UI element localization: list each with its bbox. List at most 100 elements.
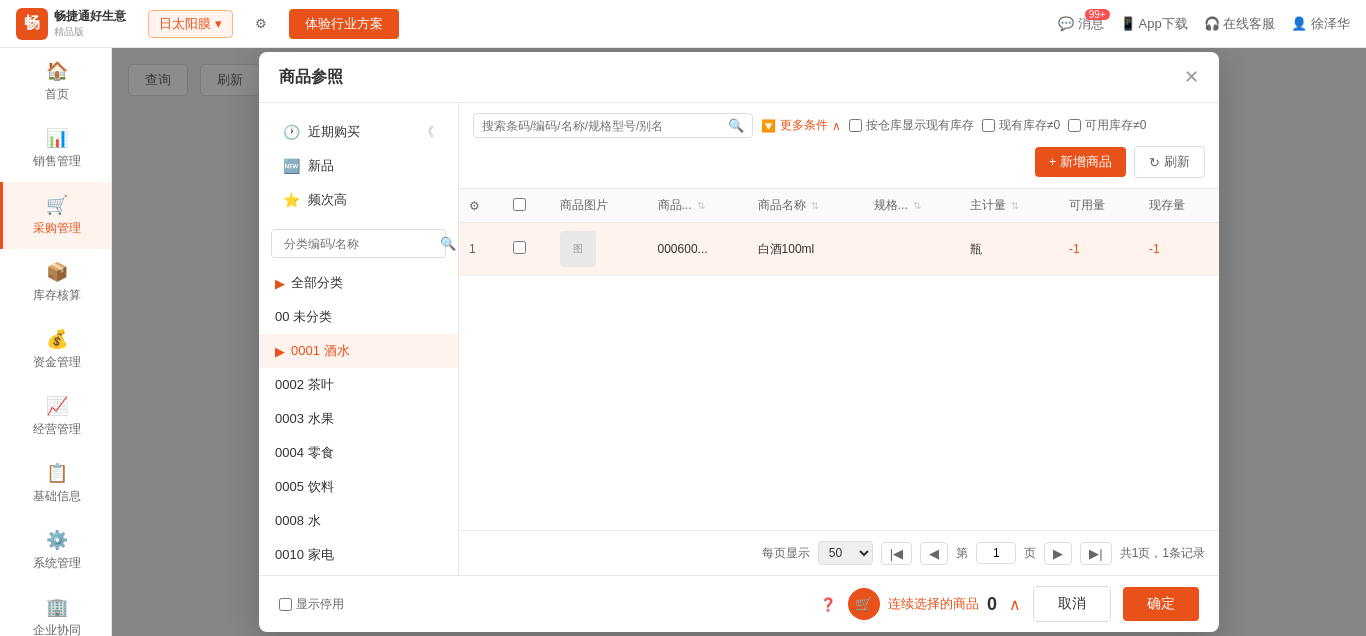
category-0008[interactable]: 0008 水 — [259, 504, 458, 538]
arrow-0001-icon: ▶ — [275, 344, 285, 359]
category-00[interactable]: 00 未分类 — [259, 300, 458, 334]
category-0003[interactable]: 0003 水果 — [259, 402, 458, 436]
row-code: 000600... — [648, 223, 748, 276]
category-0001-label: 0001 酒水 — [291, 342, 350, 360]
checkbox-current-stock[interactable]: 现有库存≠0 — [982, 117, 1060, 134]
available-stock-label: 可用库存≠0 — [1085, 117, 1146, 134]
sidebar-item-finance[interactable]: 💰 资金管理 — [0, 316, 111, 383]
cart-collapse-icon[interactable]: ∧ — [1009, 595, 1021, 614]
frequent-label: 频次高 — [308, 191, 347, 209]
next-page-btn[interactable]: ▶ — [1044, 542, 1072, 565]
store-selector[interactable]: 日太阳膜 ▾ — [148, 10, 233, 38]
current-stock-checkbox[interactable] — [982, 119, 995, 132]
filter-icon: 🔽 — [761, 119, 776, 133]
sidebar: 🏠 首页 📊 销售管理 🛒 采购管理 📦 库存核算 💰 资金管理 📈 经营管理 … — [0, 48, 112, 636]
category-all[interactable]: ▶ 全部分类 — [259, 266, 458, 300]
col-unit[interactable]: 主计量 ⇅ — [960, 189, 1059, 223]
collapse-icon[interactable]: 《 — [421, 123, 434, 141]
last-page-btn[interactable]: ▶| — [1080, 542, 1111, 565]
row-spec — [864, 223, 960, 276]
experience-btn[interactable]: 体验行业方案 — [289, 9, 399, 39]
cart-area[interactable]: 🛒 连续选择的商品 0 — [848, 588, 997, 620]
confirm-button[interactable]: 确定 — [1123, 587, 1199, 621]
settings-icon[interactable]: ⚙ — [245, 8, 277, 40]
sidebar-item-home[interactable]: 🏠 首页 — [0, 48, 111, 115]
checkbox-available-stock[interactable]: 可用库存≠0 — [1068, 117, 1146, 134]
checkbox-warehouse-stock[interactable]: 按仓库显示现有库存 — [849, 117, 974, 134]
col-name[interactable]: 商品名称 ⇅ — [748, 189, 864, 223]
more-filter-btn[interactable]: 🔽 更多条件 ∧ — [761, 117, 841, 134]
sidebar-label-system: 系统管理 — [33, 555, 81, 572]
show-disabled-label[interactable]: 显示停用 — [279, 596, 344, 613]
sidebar-item-inventory[interactable]: 📦 库存核算 — [0, 249, 111, 316]
sidebar-item-purchase[interactable]: 🛒 采购管理 — [0, 182, 111, 249]
col-checkbox[interactable] — [503, 189, 550, 223]
category-0004[interactable]: 0004 零食 — [259, 436, 458, 470]
nav-frequent[interactable]: ⭐ 频次高 — [271, 183, 446, 217]
sort-spec-icon: ⇅ — [913, 200, 921, 211]
select-all-checkbox[interactable] — [513, 198, 526, 211]
first-page-btn[interactable]: |◀ — [881, 542, 912, 565]
left-panel: 🕐 近期购买 《 🆕 新品 ⭐ 频次高 — [259, 103, 459, 575]
product-table: ⚙ 商品图片 商品... ⇅ 商品名称 — [459, 189, 1219, 276]
category-0002[interactable]: 0002 茶叶 — [259, 368, 458, 402]
warehouse-stock-checkbox[interactable] — [849, 119, 862, 132]
mobile-icon: 📱 — [1120, 16, 1136, 31]
row-select-checkbox[interactable] — [513, 241, 526, 254]
category-0001[interactable]: ▶ 0001 酒水 — [259, 334, 458, 368]
nav-new[interactable]: 🆕 新品 — [271, 149, 446, 183]
cancel-button[interactable]: 取消 — [1033, 586, 1111, 622]
app-download-nav[interactable]: 📱 App下载 — [1120, 15, 1188, 33]
col-code[interactable]: 商品... ⇅ — [648, 189, 748, 223]
modal-footer: 显示停用 ❓ 🛒 连续选择的商品 0 ∧ 取消 确定 — [259, 575, 1219, 632]
warehouse-stock-label: 按仓库显示现有库存 — [866, 117, 974, 134]
sidebar-item-sales[interactable]: 📊 销售管理 — [0, 115, 111, 182]
category-0010[interactable]: 0010 家电 — [259, 538, 458, 563]
page-input[interactable] — [976, 542, 1016, 564]
basic-icon: 📋 — [46, 462, 68, 484]
table-row[interactable]: 1 图 000600... 白酒100ml 瓶 — [459, 223, 1219, 276]
table-header: ⚙ 商品图片 商品... ⇅ 商品名称 — [459, 189, 1219, 223]
category-0005[interactable]: 0005 饮料 — [259, 470, 458, 504]
col-settings[interactable]: ⚙ — [459, 189, 503, 223]
product-toolbar: 🔍 🔽 更多条件 ∧ 按仓库显示现有库存 — [459, 103, 1219, 189]
logo-icon: 畅 — [16, 8, 48, 40]
row-checkbox[interactable] — [503, 223, 550, 276]
sort-code-icon: ⇅ — [697, 200, 705, 211]
sidebar-item-system[interactable]: ⚙️ 系统管理 — [0, 517, 111, 584]
prev-page-btn[interactable]: ◀ — [920, 542, 948, 565]
online-service-nav[interactable]: 🎧 在线客服 — [1204, 15, 1276, 33]
product-search-icon[interactable]: 🔍 — [728, 118, 744, 133]
cart-label: 连续选择的商品 — [888, 595, 979, 613]
new-label: 新品 — [308, 157, 334, 175]
enterprise-icon: 🏢 — [46, 596, 68, 618]
category-search-input[interactable] — [284, 237, 434, 251]
logo-area: 畅 畅捷通好生意 精品版 — [16, 8, 136, 40]
chevron-up-icon: ∧ — [832, 119, 841, 133]
message-badge: 99+ — [1085, 9, 1110, 20]
modal-close-button[interactable]: ✕ — [1184, 66, 1199, 88]
product-search-input[interactable] — [482, 119, 724, 133]
user-nav[interactable]: 👤 徐泽华 — [1291, 15, 1350, 33]
sidebar-item-operations[interactable]: 📈 经营管理 — [0, 383, 111, 450]
main-layout: 🏠 首页 📊 销售管理 🛒 采购管理 📦 库存核算 💰 资金管理 📈 经营管理 … — [0, 48, 1366, 636]
user-icon: 👤 — [1291, 16, 1307, 31]
message-nav[interactable]: 💬 消息 99+ — [1058, 15, 1104, 33]
help-icon[interactable]: ❓ — [820, 597, 836, 612]
per-page-select[interactable]: 50 10 20 100 — [818, 541, 873, 565]
refresh-btn[interactable]: ↻ 刷新 — [1134, 146, 1205, 178]
available-stock-checkbox[interactable] — [1068, 119, 1081, 132]
nav-recent[interactable]: 🕐 近期购买 《 — [271, 115, 446, 149]
col-unit-label: 主计量 — [970, 198, 1006, 212]
app-download-label: App下载 — [1139, 16, 1188, 31]
col-spec[interactable]: 规格... ⇅ — [864, 189, 960, 223]
category-search-icon[interactable]: 🔍 — [440, 236, 456, 251]
sidebar-item-enterprise[interactable]: 🏢 企业协同 — [0, 584, 111, 636]
sidebar-item-basic[interactable]: 📋 基础信息 — [0, 450, 111, 517]
add-product-btn[interactable]: + 新增商品 — [1035, 147, 1126, 177]
col-available: 可用量 — [1059, 189, 1139, 223]
logo-line1: 畅捷通好生意 — [54, 8, 126, 25]
show-disabled-checkbox[interactable] — [279, 598, 292, 611]
category-list: ▶ 全部分类 00 未分类 ▶ 0001 酒水 0002 茶 — [259, 262, 458, 563]
category-0008-label: 0008 水 — [275, 512, 321, 530]
